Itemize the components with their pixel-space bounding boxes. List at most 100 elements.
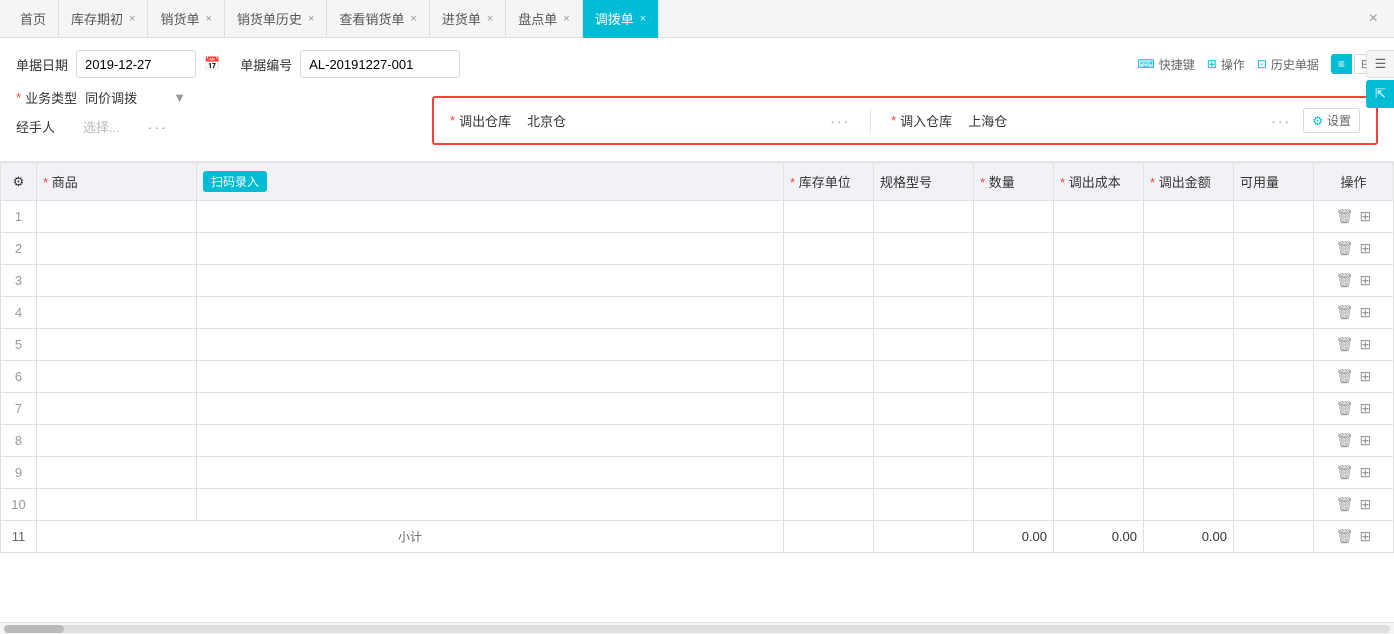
unit-cell-3[interactable] [784, 265, 874, 297]
spec-cell-4[interactable] [874, 297, 974, 329]
delete-icon-10[interactable]: 🗑 [1336, 496, 1354, 513]
amount-cell-10[interactable] [1144, 489, 1234, 521]
window-close-icon[interactable]: × [1361, 10, 1386, 28]
spec-cell-8[interactable] [874, 425, 974, 457]
tab-home[interactable]: 首页 [8, 0, 59, 38]
unit-cell-9[interactable] [784, 457, 874, 489]
date-input[interactable] [76, 50, 196, 78]
qty-cell-1[interactable] [974, 201, 1054, 233]
tab-inventory-init-close[interactable]: × [129, 13, 135, 25]
tab-sales-history[interactable]: 销货单历史 × [225, 0, 327, 38]
product-cell-2[interactable] [37, 233, 197, 265]
copy-icon-7[interactable]: ⊞ [1360, 400, 1372, 417]
delete-icon-7[interactable]: 🗑 [1336, 400, 1354, 417]
cost-cell-5[interactable] [1054, 329, 1144, 361]
warehouse-out-more-icon[interactable]: ··· [830, 113, 850, 129]
qty-cell-10[interactable] [974, 489, 1054, 521]
cost-cell-7[interactable] [1054, 393, 1144, 425]
copy-icon-5[interactable]: ⊞ [1360, 336, 1372, 353]
spec-cell-3[interactable] [874, 265, 974, 297]
amount-cell-6[interactable] [1144, 361, 1234, 393]
spec-cell-10[interactable] [874, 489, 974, 521]
handler-more-icon[interactable]: ··· [148, 119, 168, 135]
biz-type-value[interactable]: 同价调拨 [85, 88, 165, 107]
operations-btn[interactable]: ⊞ 操作 [1207, 56, 1245, 73]
tab-view-sales-close[interactable]: × [410, 13, 416, 25]
copy-icon-10[interactable]: ⊞ [1360, 496, 1372, 513]
qty-cell-4[interactable] [974, 297, 1054, 329]
product-cell-8[interactable] [37, 425, 197, 457]
delete-icon-5[interactable]: 🗑 [1336, 336, 1354, 353]
unit-cell-1[interactable] [784, 201, 874, 233]
copy-icon-11[interactable]: ⊞ [1360, 528, 1372, 545]
shortcuts-btn[interactable]: ⌨ 快捷键 [1137, 56, 1194, 73]
product-cell-3[interactable] [37, 265, 197, 297]
product-cell-4[interactable] [37, 297, 197, 329]
unit-cell-10[interactable] [784, 489, 874, 521]
delete-icon-11[interactable]: 🗑 [1336, 528, 1354, 545]
cost-cell-10[interactable] [1054, 489, 1144, 521]
product-cell-6[interactable] [37, 361, 197, 393]
delete-icon-2[interactable]: 🗑 [1336, 240, 1354, 257]
delete-icon-1[interactable]: 🗑 [1336, 208, 1354, 225]
copy-icon-8[interactable]: ⊞ [1360, 432, 1372, 449]
copy-icon-4[interactable]: ⊞ [1360, 304, 1372, 321]
tab-sales-order-close[interactable]: × [205, 13, 211, 25]
product-cell-7[interactable] [37, 393, 197, 425]
warehouse-out-value[interactable]: 北京仓 [527, 111, 566, 130]
unit-cell-7[interactable] [784, 393, 874, 425]
copy-icon-3[interactable]: ⊞ [1360, 272, 1372, 289]
cost-cell-9[interactable] [1054, 457, 1144, 489]
scan-button[interactable]: 扫码录入 [203, 171, 267, 192]
tab-transfer[interactable]: 调拨单 × [583, 0, 659, 38]
docno-input[interactable] [300, 50, 460, 78]
sidebar-list-btn[interactable]: ☰ [1366, 50, 1394, 78]
product-cell-1[interactable] [37, 201, 197, 233]
amount-cell-1[interactable] [1144, 201, 1234, 233]
tab-inventory-check[interactable]: 盘点单 × [506, 0, 582, 38]
tab-inventory-init[interactable]: 库存期初 × [59, 0, 148, 38]
calendar-icon[interactable]: 📅 [204, 56, 220, 72]
spec-cell-6[interactable] [874, 361, 974, 393]
amount-cell-5[interactable] [1144, 329, 1234, 361]
tab-inventory-check-close[interactable]: × [563, 13, 569, 25]
tab-transfer-close[interactable]: × [640, 13, 646, 25]
product-cell-5[interactable] [37, 329, 197, 361]
delete-icon-8[interactable]: 🗑 [1336, 432, 1354, 449]
unit-cell-4[interactable] [784, 297, 874, 329]
unit-cell-8[interactable] [784, 425, 874, 457]
amount-cell-4[interactable] [1144, 297, 1234, 329]
horizontal-scrollbar[interactable] [0, 622, 1394, 634]
tab-purchase-close[interactable]: × [487, 13, 493, 25]
amount-cell-2[interactable] [1144, 233, 1234, 265]
cost-cell-1[interactable] [1054, 201, 1144, 233]
handler-input[interactable]: 选择... [83, 117, 120, 136]
copy-icon-9[interactable]: ⊞ [1360, 464, 1372, 481]
spec-cell-9[interactable] [874, 457, 974, 489]
delete-icon-9[interactable]: 🗑 [1336, 464, 1354, 481]
product-cell-10[interactable] [37, 489, 197, 521]
copy-icon-6[interactable]: ⊞ [1360, 368, 1372, 385]
cost-cell-2[interactable] [1054, 233, 1144, 265]
warehouse-in-more-icon[interactable]: ··· [1271, 113, 1291, 129]
delete-icon-4[interactable]: 🗑 [1336, 304, 1354, 321]
spec-cell-2[interactable] [874, 233, 974, 265]
copy-icon-2[interactable]: ⊞ [1360, 240, 1372, 257]
unit-cell-5[interactable] [784, 329, 874, 361]
tab-view-sales[interactable]: 查看销货单 × [327, 0, 429, 38]
qty-cell-7[interactable] [974, 393, 1054, 425]
product-cell-9[interactable] [37, 457, 197, 489]
spec-cell-7[interactable] [874, 393, 974, 425]
amount-cell-7[interactable] [1144, 393, 1234, 425]
qty-cell-3[interactable] [974, 265, 1054, 297]
qty-cell-8[interactable] [974, 425, 1054, 457]
delete-icon-6[interactable]: 🗑 [1336, 368, 1354, 385]
spec-cell-5[interactable] [874, 329, 974, 361]
delete-icon-3[interactable]: 🗑 [1336, 272, 1354, 289]
qty-cell-6[interactable] [974, 361, 1054, 393]
unit-cell-6[interactable] [784, 361, 874, 393]
qty-cell-2[interactable] [974, 233, 1054, 265]
cost-cell-4[interactable] [1054, 297, 1144, 329]
tab-sales-history-close[interactable]: × [308, 13, 314, 25]
scrollbar-thumb[interactable] [4, 625, 64, 633]
